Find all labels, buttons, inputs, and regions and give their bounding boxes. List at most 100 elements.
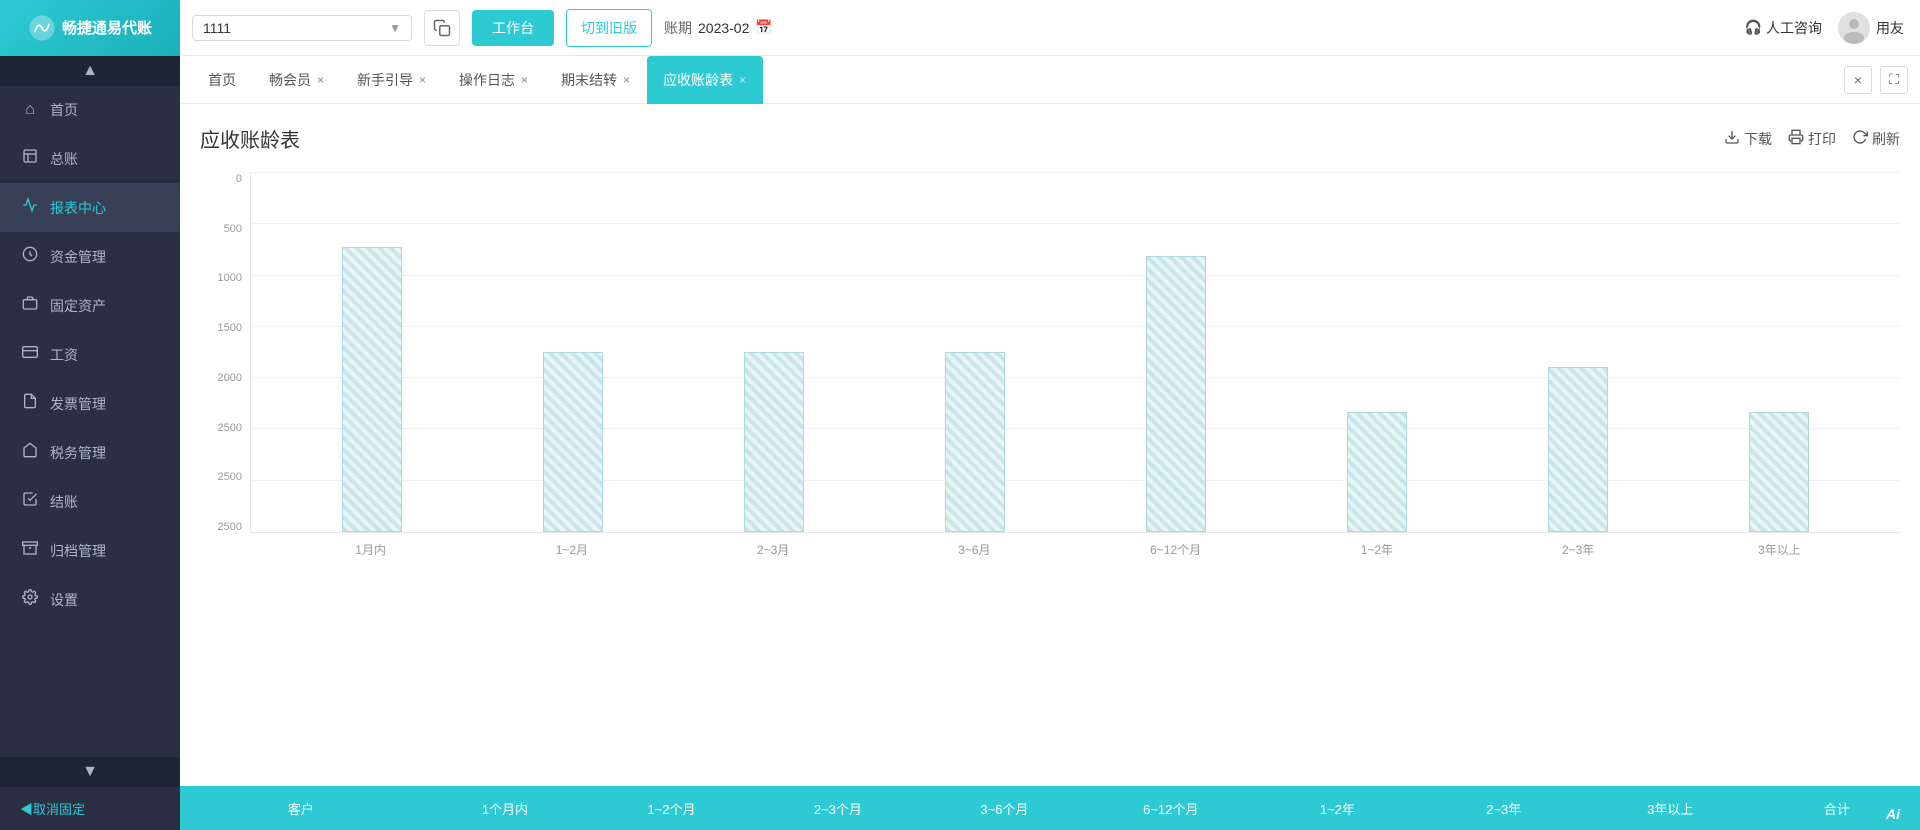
sidebar-label-tax: 税务管理 xyxy=(50,443,106,463)
sidebar-label-archive: 归档管理 xyxy=(50,541,106,561)
x-axis: 1月内 1~2月 2~3月 3~6月 6~12个月 1~2年 2~3年 3年以上 xyxy=(250,533,1900,573)
support-button[interactable]: 🎧 人工咨询 xyxy=(1745,18,1822,38)
sidebar-item-invoice[interactable]: 发票管理 xyxy=(0,379,180,428)
period-area: 账期 2023-02 📅 xyxy=(664,18,773,38)
download-icon xyxy=(1724,129,1740,148)
tab-member[interactable]: 畅会员 × xyxy=(253,56,341,104)
y-label-2500b: 2500 xyxy=(218,471,242,483)
home-icon: ⌂ xyxy=(20,101,40,119)
download-label: 下载 xyxy=(1744,129,1772,149)
sidebar-item-reports[interactable]: 报表中心 xyxy=(0,183,180,232)
y-label-500: 500 xyxy=(224,223,242,235)
bar-group-2 xyxy=(744,352,804,532)
tab-home[interactable]: 首页 xyxy=(192,56,253,104)
sidebar-scroll-up[interactable]: ▲ xyxy=(0,56,180,86)
reports-icon xyxy=(20,197,40,218)
avatar xyxy=(1838,12,1870,44)
th-3-6month: 3~6个月 xyxy=(921,799,1087,818)
ai-badge[interactable]: Ai xyxy=(1866,798,1920,830)
bars-area xyxy=(251,173,1900,532)
chart-plot xyxy=(250,173,1900,533)
tab-guide[interactable]: 新手引导 × xyxy=(341,56,443,104)
bar-7 xyxy=(1749,412,1809,532)
tab-aging[interactable]: 应收账龄表 × xyxy=(647,56,763,104)
bar-0 xyxy=(342,247,402,532)
th-1month: 1个月内 xyxy=(422,799,588,818)
tab-oplog[interactable]: 操作日志 × xyxy=(443,56,545,104)
funds-icon xyxy=(20,246,40,267)
tab-oplog-label: 操作日志 xyxy=(459,70,515,90)
bar-5 xyxy=(1347,412,1407,532)
y-axis: 2500 2500 2500 2000 1500 1000 500 0 xyxy=(200,173,250,533)
th-3year-plus: 3年以上 xyxy=(1587,799,1753,818)
workbench-button[interactable]: 工作台 xyxy=(472,10,554,46)
settings-icon xyxy=(20,589,40,610)
x-label-3: 3~6月 xyxy=(874,541,1075,558)
header-right: 🎧 人工咨询 用友 xyxy=(1745,12,1904,44)
bar-2 xyxy=(744,352,804,532)
sidebar-item-salary[interactable]: 工资 xyxy=(0,330,180,379)
tab-fullscreen-button[interactable]: ⛶ xyxy=(1880,66,1908,94)
x-label-7: 3年以上 xyxy=(1679,541,1880,558)
sidebar-item-tax[interactable]: 税务管理 xyxy=(0,428,180,477)
main-layout: ▲ ⌂ 首页 总账 报表中心 资金管理 固定资产 xyxy=(0,56,1920,830)
print-button[interactable]: 打印 xyxy=(1788,129,1836,149)
sidebar-scroll-down[interactable]: ▼ xyxy=(0,757,180,787)
bar-group-3 xyxy=(945,352,1005,532)
table-header-bar: 客户 1个月内 1~2个月 2~3个月 3~6个月 6~12个月 1~2年 2~… xyxy=(180,786,1920,830)
company-selector[interactable]: 1111 ▼ xyxy=(192,15,412,41)
bar-group-1 xyxy=(543,352,603,532)
tab-period-end-close[interactable]: × xyxy=(623,73,630,87)
bar-4 xyxy=(1146,256,1206,532)
user-area[interactable]: 用友 xyxy=(1838,12,1904,44)
sidebar-item-close[interactable]: 结账 xyxy=(0,477,180,526)
tab-aging-close[interactable]: × xyxy=(739,73,746,87)
x-label-0: 1月内 xyxy=(270,541,471,558)
sidebar-label-assets: 固定资产 xyxy=(50,296,106,316)
bar-group-5 xyxy=(1347,412,1407,532)
bar-group-4 xyxy=(1146,256,1206,532)
top-header: 畅捷通易代账 1111 ▼ 工作台 切到旧版 账期 2023-02 📅 🎧 人工… xyxy=(0,0,1920,56)
tab-close-all-button[interactable]: × xyxy=(1844,66,1872,94)
tab-period-end[interactable]: 期末结转 × xyxy=(545,56,647,104)
copy-icon-btn[interactable] xyxy=(424,10,460,46)
sidebar-label-invoice: 发票管理 xyxy=(50,394,106,414)
tab-aging-label: 应收账龄表 xyxy=(663,70,733,90)
period-label: 账期 xyxy=(664,18,692,38)
sidebar-item-home[interactable]: ⌂ 首页 xyxy=(0,86,180,134)
th-2-3month: 2~3个月 xyxy=(755,799,921,818)
sidebar-item-assets[interactable]: 固定资产 xyxy=(0,281,180,330)
print-icon xyxy=(1788,129,1804,148)
sidebar-item-ledger[interactable]: 总账 xyxy=(0,134,180,183)
refresh-icon xyxy=(1852,129,1868,148)
tab-bar: 首页 畅会员 × 新手引导 × 操作日志 × 期末结转 × 应收账龄表 × xyxy=(180,56,1920,104)
tab-period-end-label: 期末结转 xyxy=(561,70,617,90)
logo-text: 畅捷通易代账 xyxy=(62,17,152,38)
x-label-1: 1~2月 xyxy=(471,541,672,558)
sidebar-item-settings[interactable]: 设置 xyxy=(0,575,180,624)
x-label-5: 1~2年 xyxy=(1276,541,1477,558)
switch-version-button[interactable]: 切到旧版 xyxy=(566,9,652,47)
tab-guide-label: 新手引导 xyxy=(357,70,413,90)
refresh-label: 刷新 xyxy=(1872,129,1900,149)
tab-guide-close[interactable]: × xyxy=(419,73,426,87)
tab-oplog-close[interactable]: × xyxy=(521,73,528,87)
close-icon xyxy=(20,491,40,512)
cancel-pin-button[interactable]: ◀取消固定 xyxy=(0,787,180,830)
sidebar-item-archive[interactable]: 归档管理 xyxy=(0,526,180,575)
sidebar-item-funds[interactable]: 资金管理 xyxy=(0,232,180,281)
content-area: 首页 畅会员 × 新手引导 × 操作日志 × 期末结转 × 应收账龄表 × xyxy=(180,56,1920,830)
refresh-button[interactable]: 刷新 xyxy=(1852,129,1900,149)
bar-1 xyxy=(543,352,603,532)
page-actions: 下载 打印 刷新 xyxy=(1724,129,1900,149)
tab-member-close[interactable]: × xyxy=(317,73,324,87)
salary-icon xyxy=(20,344,40,365)
page-title: 应收账龄表 xyxy=(200,124,300,153)
download-button[interactable]: 下载 xyxy=(1724,129,1772,149)
th-1-2month: 1~2个月 xyxy=(588,799,754,818)
sidebar-label-settings: 设置 xyxy=(50,590,78,610)
calendar-icon[interactable]: 📅 xyxy=(755,19,772,36)
y-label-2500c: 2500 xyxy=(218,521,242,533)
th-1-2year: 1~2年 xyxy=(1254,799,1420,818)
tab-member-label: 畅会员 xyxy=(269,70,311,90)
